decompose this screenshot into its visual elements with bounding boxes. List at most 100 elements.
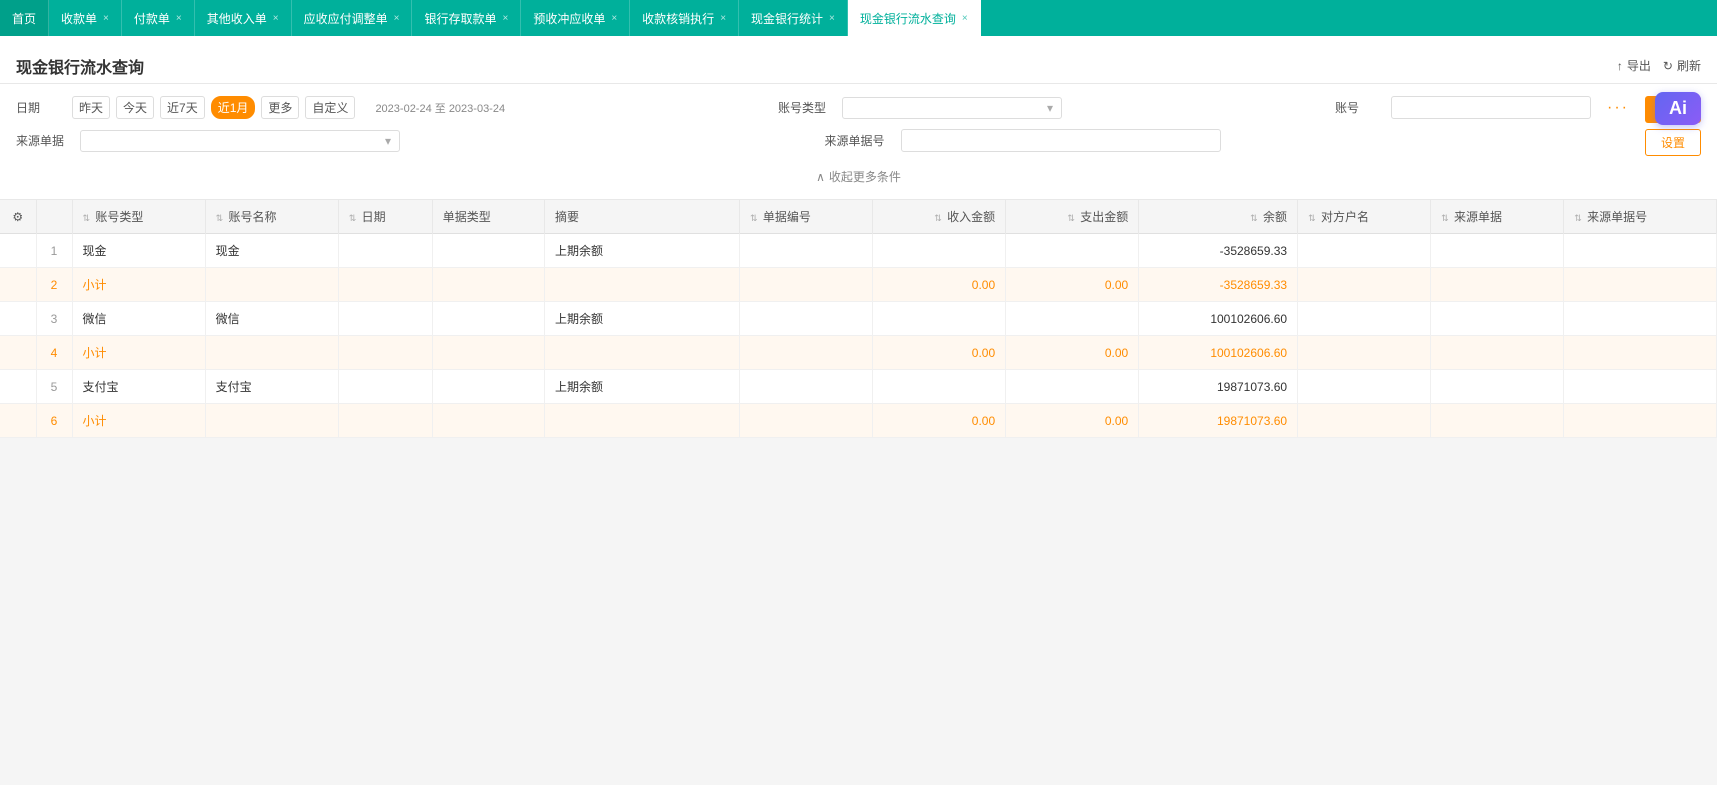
th-doc-type: 单据类型: [432, 200, 544, 234]
td-source-doc-no: [1564, 404, 1717, 438]
nav-payment-label: 付款单: [134, 10, 170, 27]
nav-receipt-verify-close[interactable]: ×: [720, 13, 726, 24]
td-seq: 1: [36, 234, 72, 268]
td-doc-no: [739, 336, 872, 370]
account-dots-button[interactable]: ···: [1607, 99, 1629, 117]
nav-prepay-offset[interactable]: 预收冲应收单 ×: [521, 0, 630, 36]
th-source-doc[interactable]: ⇅ 来源单据: [1431, 200, 1564, 234]
table-row[interactable]: 6小计0.000.0019871073.60: [0, 404, 1717, 438]
th-balance[interactable]: ⇅ 余额: [1139, 200, 1298, 234]
nav-receipt-verify[interactable]: 收款核销执行 ×: [630, 0, 739, 36]
sort-icon: ⇅: [750, 213, 758, 223]
ai-badge[interactable]: Ai: [1655, 92, 1701, 125]
nav-payment[interactable]: 付款单 ×: [122, 0, 195, 36]
th-account-type[interactable]: ⇅ 账号类型: [72, 200, 205, 234]
td-account-name: 支付宝: [205, 370, 338, 404]
nav-receipt-verify-label: 收款核销执行: [642, 10, 714, 27]
td-income: 0.00: [873, 268, 1006, 302]
td-balance: 100102606.60: [1139, 336, 1298, 370]
td-summary: [544, 336, 739, 370]
nav-cash-bank-flow-close[interactable]: ×: [962, 13, 968, 24]
nav-prepay-offset-close[interactable]: ×: [611, 13, 617, 24]
sort-icon: ⇅: [1067, 213, 1075, 223]
td-seq: 6: [36, 404, 72, 438]
nav-cash-bank-flow[interactable]: 现金银行流水查询 ×: [848, 0, 981, 36]
date-btn-more[interactable]: 更多: [261, 96, 299, 119]
account-input[interactable]: [1391, 96, 1591, 119]
th-seq: [36, 200, 72, 234]
table-row[interactable]: 5支付宝支付宝上期余额19871073.60: [0, 370, 1717, 404]
nav-receipt[interactable]: 收款单 ×: [49, 0, 122, 36]
date-btn-custom[interactable]: 自定义: [305, 96, 355, 119]
sort-icon: ⇅: [1250, 213, 1258, 223]
td-account-name: 现金: [205, 234, 338, 268]
th-doc-no[interactable]: ⇅ 单据编号: [739, 200, 872, 234]
sort-icon: ⇅: [216, 213, 224, 223]
th-counterpart[interactable]: ⇅ 对方户名: [1298, 200, 1431, 234]
td-doc-no: [739, 404, 872, 438]
export-button[interactable]: ↑ 导出: [1617, 57, 1651, 74]
sort-icon: ⇅: [1441, 213, 1449, 223]
td-account-type: 微信: [72, 302, 205, 336]
td-seq: 2: [36, 268, 72, 302]
th-summary: 摘要: [544, 200, 739, 234]
table-row[interactable]: 4小计0.000.00100102606.60: [0, 336, 1717, 370]
filter-area: 日期 昨天 今天 近7天 近1月 更多 自定义 2023-02-24 至 202…: [0, 84, 1717, 200]
td-income: [873, 234, 1006, 268]
account-type-select[interactable]: ▾: [842, 97, 1062, 119]
td-doc-type: [432, 302, 544, 336]
date-options: 昨天 今天 近7天 近1月 更多 自定义: [72, 96, 355, 119]
td-balance: 19871073.60: [1139, 404, 1298, 438]
td-gear: [0, 302, 36, 336]
td-seq: 3: [36, 302, 72, 336]
nav-receipt-close[interactable]: ×: [103, 13, 109, 24]
nav-cash-bank-stat[interactable]: 现金银行统计 ×: [739, 0, 848, 36]
td-source-doc-no: [1564, 302, 1717, 336]
th-income[interactable]: ⇅ 收入金额: [873, 200, 1006, 234]
nav-bank-deposit-close[interactable]: ×: [502, 13, 508, 24]
page-header: 现金银行流水查询 ↑ 导出 ↻ 刷新: [0, 36, 1717, 84]
sort-icon: ⇅: [1574, 213, 1582, 223]
th-expense[interactable]: ⇅ 支出金额: [1006, 200, 1139, 234]
th-source-doc-no[interactable]: ⇅ 来源单据号: [1564, 200, 1717, 234]
nav-other-income-close[interactable]: ×: [273, 13, 279, 24]
page-title: 现金银行流水查询: [16, 54, 144, 78]
nav-other-income-label: 其他收入单: [207, 10, 267, 27]
td-gear: [0, 234, 36, 268]
td-source-doc: [1431, 370, 1564, 404]
date-btn-yesterday[interactable]: 昨天: [72, 96, 110, 119]
table-row[interactable]: 1现金现金上期余额-3528659.33: [0, 234, 1717, 268]
table-row[interactable]: 3微信微信上期余额100102606.60: [0, 302, 1717, 336]
refresh-button[interactable]: ↻ 刷新: [1663, 57, 1701, 74]
date-btn-1month[interactable]: 近1月: [211, 96, 256, 119]
th-gear[interactable]: ⚙: [0, 200, 36, 234]
nav-bank-deposit-label: 银行存取款单: [424, 10, 496, 27]
account-label: 账号: [1335, 99, 1375, 116]
table-row[interactable]: 2小计0.000.00-3528659.33: [0, 268, 1717, 302]
date-btn-today[interactable]: 今天: [116, 96, 154, 119]
nav-other-income[interactable]: 其他收入单 ×: [195, 0, 292, 36]
nav-payment-close[interactable]: ×: [176, 13, 182, 24]
collapse-up-icon: ∧: [816, 170, 825, 184]
td-account-type: 小计: [72, 268, 205, 302]
nav-bank-deposit[interactable]: 银行存取款单 ×: [412, 0, 521, 36]
th-date[interactable]: ⇅ 日期: [338, 200, 432, 234]
settings-button[interactable]: 设置: [1645, 129, 1701, 156]
td-gear: [0, 404, 36, 438]
td-doc-no: [739, 370, 872, 404]
nav-cash-bank-stat-close[interactable]: ×: [829, 13, 835, 24]
collapse-bar[interactable]: ∧ 收起更多条件: [16, 162, 1701, 187]
td-doc-type: [432, 336, 544, 370]
td-account-type: 小计: [72, 336, 205, 370]
nav-ar-ap-adjust[interactable]: 应收应付调整单 ×: [292, 0, 413, 36]
td-source-doc-no: [1564, 268, 1717, 302]
source-doc-select[interactable]: ▾: [80, 130, 400, 152]
th-account-name[interactable]: ⇅ 账号名称: [205, 200, 338, 234]
td-date: [338, 370, 432, 404]
nav-home[interactable]: 首页: [0, 0, 49, 36]
date-btn-7days[interactable]: 近7天: [160, 96, 205, 119]
source-doc-no-input[interactable]: [901, 129, 1221, 152]
header-actions: ↑ 导出 ↻ 刷新: [1617, 57, 1701, 74]
column-settings-icon[interactable]: ⚙: [12, 210, 23, 224]
nav-ar-ap-adjust-close[interactable]: ×: [394, 13, 400, 24]
